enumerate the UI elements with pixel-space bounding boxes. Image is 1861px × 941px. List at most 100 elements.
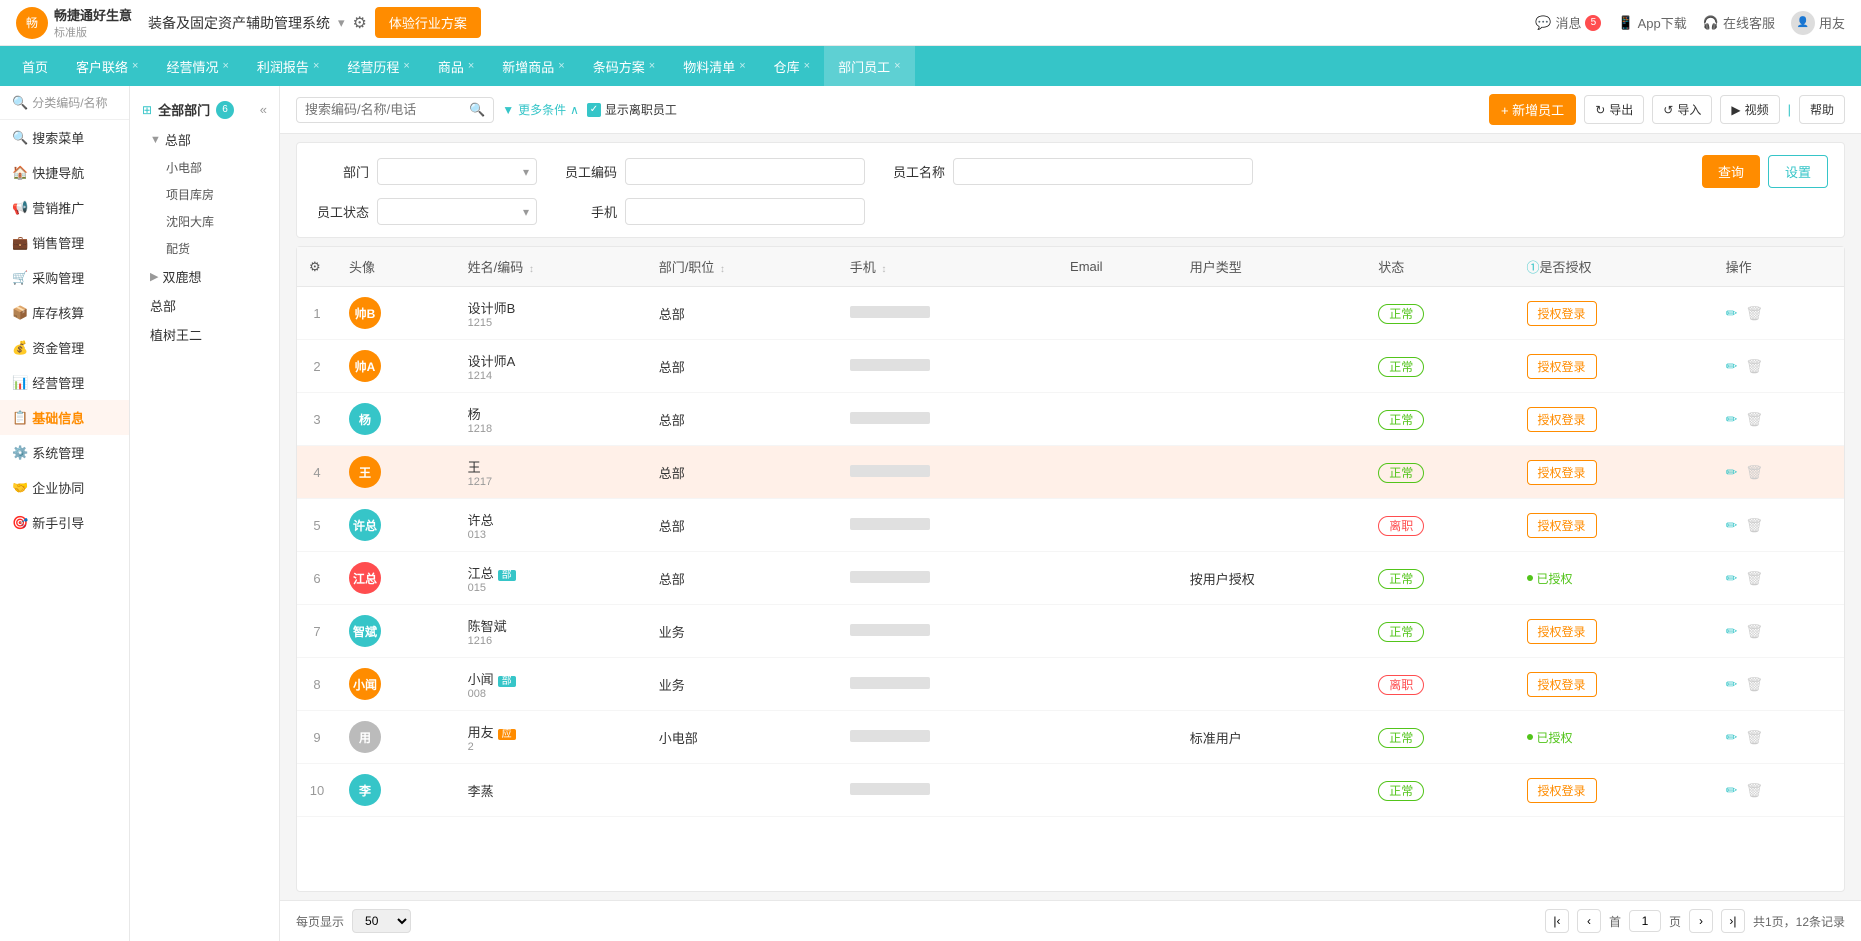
sidebar-item-operations[interactable]: 📊经营管理 [0, 365, 129, 400]
sidebar-item-marketing[interactable]: 📢营销推广 [0, 190, 129, 225]
edit-icon[interactable]: ✏ [1726, 305, 1738, 322]
col-phone[interactable]: 手机 ↕ [838, 247, 1058, 287]
dept-item-ph[interactable]: 配货 [154, 235, 279, 262]
edit-icon[interactable]: ✏ [1726, 517, 1738, 534]
close-icon[interactable]: × [804, 60, 810, 72]
delete-icon[interactable]: 🗑 [1745, 358, 1763, 375]
nav-tab-employees[interactable]: 部门员工 × [824, 46, 914, 86]
page-number-input[interactable] [1629, 910, 1661, 932]
nav-tab-bom[interactable]: 物料清单 × [669, 46, 759, 86]
emp-name-input[interactable] [953, 158, 1253, 185]
sidebar-item-inventory[interactable]: 📦库存核算 [0, 295, 129, 330]
dept-item-zb[interactable]: ▼总部 [138, 125, 279, 154]
dept-select[interactable] [377, 158, 537, 185]
setting-button[interactable]: 设置 [1768, 155, 1828, 188]
export-button[interactable]: ↻ 导出 [1584, 95, 1644, 124]
dept-item-xmkf[interactable]: 项目库房 [154, 181, 279, 208]
view-button[interactable]: ▶ 视频 [1720, 95, 1779, 124]
sidebar-item-guide[interactable]: 🎯新手引导 [0, 505, 129, 540]
help-button[interactable]: 帮助 [1799, 95, 1845, 124]
sidebar-item-sales[interactable]: 💼销售管理 [0, 225, 129, 260]
dept-item-sydk[interactable]: 沈阳大库 [154, 208, 279, 235]
try-button[interactable]: 体验行业方案 [375, 7, 481, 38]
delete-icon[interactable]: 🗑 [1745, 623, 1763, 640]
delete-icon[interactable]: 🗑 [1745, 517, 1763, 534]
delete-icon[interactable]: 🗑 [1745, 729, 1763, 746]
dept-item-zswz[interactable]: 植树王二 [138, 320, 279, 349]
col-setting[interactable]: ⚙ [297, 247, 337, 287]
close-icon[interactable]: × [403, 60, 409, 72]
close-icon[interactable]: × [649, 60, 655, 72]
dropdown-icon[interactable]: ▾ [338, 15, 345, 31]
sidebar-item-basic[interactable]: 📋基础信息 [0, 400, 129, 435]
sidebar-item-nav[interactable]: 🏠快捷导航 [0, 155, 129, 190]
nav-tab-addgoods[interactable]: 新增商品 × [488, 46, 578, 86]
close-icon[interactable]: × [739, 60, 745, 72]
help-btn[interactable]: | [1788, 102, 1791, 117]
nav-tab-warehouse[interactable]: 仓库 × [760, 46, 824, 86]
phone-input[interactable] [625, 198, 865, 225]
dept-item-slx[interactable]: ▶双鹿想 [138, 262, 279, 291]
page-size-select[interactable]: 50 100 [352, 909, 411, 933]
nav-tab-customer[interactable]: 客户联络 × [62, 46, 152, 86]
first-page-button[interactable]: |‹ [1545, 909, 1569, 933]
user-item[interactable]: 👤 用友 [1791, 11, 1845, 35]
auth-button[interactable]: 授权登录 [1527, 619, 1597, 644]
import-button[interactable]: ↺ 导入 [1652, 95, 1712, 124]
nav-tab-operations[interactable]: 经营情况 × [152, 46, 242, 86]
search-input[interactable] [305, 102, 465, 117]
close-icon[interactable]: × [222, 60, 228, 72]
prev-page-button[interactable]: ‹ [1577, 909, 1601, 933]
query-button[interactable]: 查询 [1702, 155, 1760, 188]
edit-icon[interactable]: ✏ [1726, 358, 1738, 375]
sidebar-item-search[interactable]: 🔍搜索菜单 [0, 120, 129, 155]
dept-item-xdb[interactable]: 小电部 [154, 154, 279, 181]
nav-tab-profit[interactable]: 利润报告 × [243, 46, 333, 86]
close-icon[interactable]: × [132, 60, 138, 72]
close-icon[interactable]: × [558, 60, 564, 72]
last-page-button[interactable]: ›| [1721, 909, 1745, 933]
edit-icon[interactable]: ✏ [1726, 729, 1738, 746]
auth-button[interactable]: 授权登录 [1527, 407, 1597, 432]
nav-tab-home[interactable]: 首页 [8, 46, 62, 86]
edit-icon[interactable]: ✏ [1726, 623, 1738, 640]
online-service-item[interactable]: 🎧 在线客服 [1703, 13, 1775, 32]
delete-icon[interactable]: 🗑 [1745, 464, 1763, 481]
message-item[interactable]: 💬 消息 5 [1535, 13, 1601, 32]
edit-icon[interactable]: ✏ [1726, 782, 1738, 799]
auth-button[interactable]: 授权登录 [1527, 354, 1597, 379]
dept-item-zb2[interactable]: 总部 [138, 291, 279, 320]
auth-button[interactable]: 授权登录 [1527, 778, 1597, 803]
edit-icon[interactable]: ✏ [1726, 676, 1738, 693]
delete-icon[interactable]: 🗑 [1745, 676, 1763, 693]
auth-button[interactable]: 授权登录 [1527, 460, 1597, 485]
auth-button[interactable]: 授权登录 [1527, 301, 1597, 326]
show-resigned-toggle[interactable]: ✓ 显示离职员工 [587, 101, 677, 118]
collapse-icon[interactable]: « [260, 102, 267, 117]
col-dept[interactable]: 部门/职位 ↕ [647, 247, 838, 287]
delete-icon[interactable]: 🗑 [1745, 782, 1763, 799]
sidebar-item-collab[interactable]: 🤝企业协同 [0, 470, 129, 505]
edit-icon[interactable]: ✏ [1726, 411, 1738, 428]
nav-tab-goods[interactable]: 商品 × [424, 46, 488, 86]
emp-status-select[interactable] [377, 198, 537, 225]
more-filter-btn[interactable]: ▼ 更多条件 ∧ [502, 101, 579, 118]
next-page-button[interactable]: › [1689, 909, 1713, 933]
auth-button[interactable]: 授权登录 [1527, 672, 1597, 697]
nav-tab-history[interactable]: 经营历程 × [333, 46, 423, 86]
sidebar-item-finance[interactable]: 💰资金管理 [0, 330, 129, 365]
emp-code-input[interactable] [625, 158, 865, 185]
sidebar-item-purchase[interactable]: 🛒采购管理 [0, 260, 129, 295]
auth-button[interactable]: 授权登录 [1527, 513, 1597, 538]
sidebar-item-system[interactable]: ⚙️系统管理 [0, 435, 129, 470]
edit-icon[interactable]: ✏ [1726, 570, 1738, 587]
col-name[interactable]: 姓名/编码 ↕ [456, 247, 647, 287]
settings-icon[interactable]: ⚙ [353, 13, 367, 33]
delete-icon[interactable]: 🗑 [1745, 411, 1763, 428]
close-icon[interactable]: × [313, 60, 319, 72]
delete-icon[interactable]: 🗑 [1745, 305, 1763, 322]
app-download-item[interactable]: 📱 App下载 [1617, 13, 1686, 32]
delete-icon[interactable]: 🗑 [1745, 570, 1763, 587]
close-icon[interactable]: × [468, 60, 474, 72]
edit-icon[interactable]: ✏ [1726, 464, 1738, 481]
